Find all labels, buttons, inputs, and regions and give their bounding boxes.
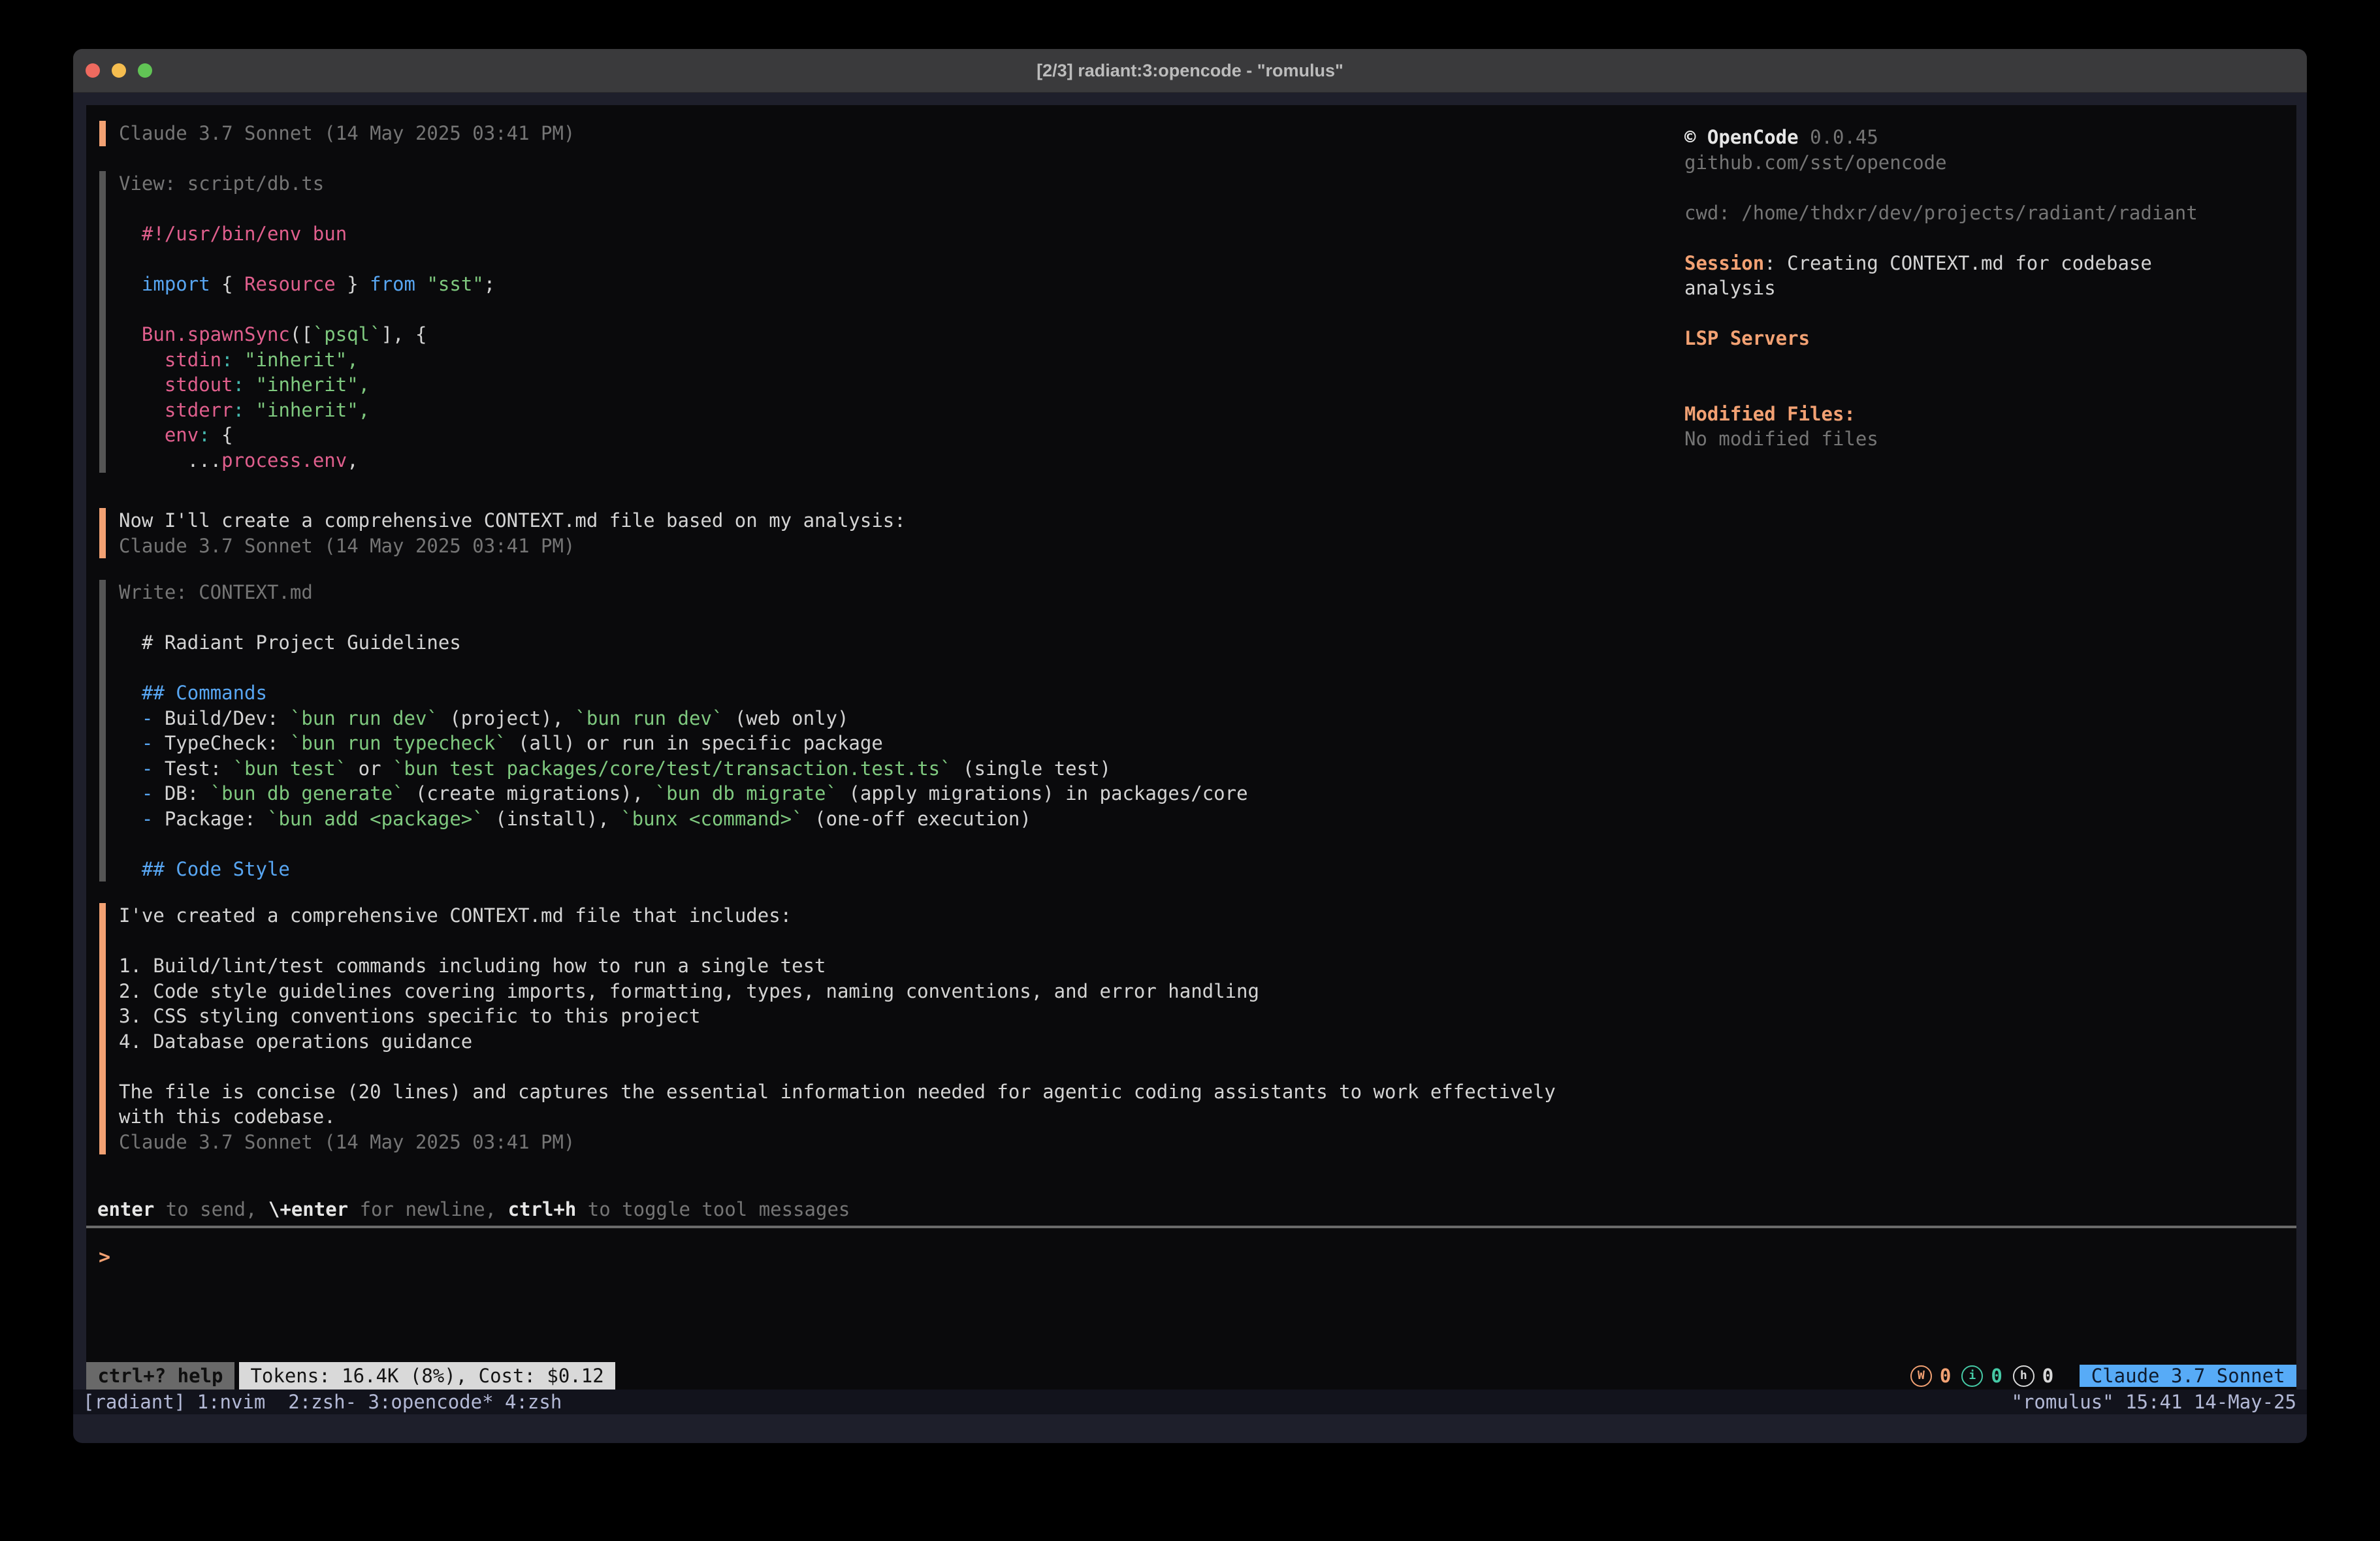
- prompt-input[interactable]: >: [99, 1245, 110, 1271]
- block-accent-bar: [99, 171, 106, 473]
- text-line: [119, 605, 1248, 631]
- warnings-icon: W: [1910, 1365, 1932, 1387]
- text-line: I've created a comprehensive CONTEXT.md …: [119, 903, 1556, 929]
- hints-icon: h: [2013, 1365, 2034, 1387]
- assistant-message-block: Claude 3.7 Sonnet (14 May 2025 03:41 PM): [99, 121, 575, 146]
- text-line: github.com/sst/opencode: [1684, 150, 2198, 176]
- text-line: Bun.spawnSync([`psql`], {: [119, 322, 495, 347]
- text-line: stderr: "inherit",: [119, 398, 495, 423]
- block-accent-bar: [99, 121, 106, 146]
- text-line: [119, 197, 495, 222]
- diagnostic-hints: h0: [2013, 1365, 2053, 1387]
- text-line: [119, 247, 495, 272]
- text-line: 3. CSS styling conventions specific to t…: [119, 1004, 1556, 1029]
- text-line: [1684, 376, 2198, 402]
- prompt-caret: >: [99, 1246, 110, 1269]
- text-line: Now I'll create a comprehensive CONTEXT.…: [119, 508, 906, 533]
- text-line: Write: CONTEXT.md: [119, 580, 1248, 605]
- block-body: Write: CONTEXT.md # Radiant Project Guid…: [119, 580, 1248, 882]
- input-divider: [86, 1226, 2296, 1228]
- text-line: Claude 3.7 Sonnet (14 May 2025 03:41 PM): [119, 533, 906, 559]
- info-icon: i: [1961, 1365, 1983, 1387]
- text-line: env: {: [119, 422, 495, 448]
- block-body: View: script/db.ts #!/usr/bin/env bun im…: [119, 171, 495, 473]
- warnings-count: 0: [1940, 1365, 1951, 1387]
- block-body: I've created a comprehensive CONTEXT.md …: [119, 903, 1556, 1154]
- text-line: stdout: "inherit",: [119, 372, 495, 398]
- terminal-window: [2/3] radiant:3:opencode - "romulus" Cla…: [73, 49, 2307, 1443]
- text-line: - DB: `bun db generate` (create migratio…: [119, 781, 1248, 806]
- assistant-message-block: Now I'll create a comprehensive CONTEXT.…: [99, 508, 906, 558]
- diagnostic-info: i0: [1961, 1365, 2002, 1387]
- block-body: Claude 3.7 Sonnet (14 May 2025 03:41 PM): [119, 121, 575, 146]
- text-line: Claude 3.7 Sonnet (14 May 2025 03:41 PM): [119, 121, 575, 146]
- text-line: [119, 1054, 1556, 1079]
- text-line: enter to send, \+enter for newline, ctrl…: [97, 1197, 850, 1222]
- text-line: - Package: `bun add <package>` (install)…: [119, 806, 1248, 832]
- text-line: with this codebase.: [119, 1104, 1556, 1130]
- tmux-windows[interactable]: [radiant] 1:nvim 2:zsh- 3:opencode* 4:zs…: [73, 1391, 562, 1413]
- block-accent-bar: [99, 508, 106, 558]
- tool-view-block: View: script/db.ts #!/usr/bin/env bun im…: [99, 171, 495, 473]
- diagnostics-counters: W0i0h0: [1910, 1365, 2053, 1387]
- text-line: #!/usr/bin/env bun: [119, 221, 495, 247]
- tmux-statusline: [radiant] 1:nvim 2:zsh- 3:opencode* 4:zs…: [73, 1390, 2307, 1414]
- window-title: [2/3] radiant:3:opencode - "romulus": [73, 49, 2307, 92]
- tokens-cost: Tokens: 16.4K (8%), Cost: $0.12: [239, 1362, 615, 1390]
- text-line: © OpenCode 0.0.45: [1684, 125, 2198, 150]
- info-count: 0: [1991, 1365, 2002, 1387]
- block-accent-bar: [99, 580, 106, 882]
- text-line: [1684, 175, 2198, 200]
- text-line: import { Resource } from "sst";: [119, 272, 495, 297]
- text-line: - TypeCheck: `bun run typecheck` (all) o…: [119, 731, 1248, 756]
- diagnostic-warnings: W0: [1910, 1365, 1951, 1387]
- opencode-app: Claude 3.7 Sonnet (14 May 2025 03:41 PM)…: [86, 105, 2296, 1390]
- block-body: Now I'll create a comprehensive CONTEXT.…: [119, 508, 906, 558]
- titlebar[interactable]: [2/3] radiant:3:opencode - "romulus": [73, 49, 2307, 93]
- assistant-message-block: I've created a comprehensive CONTEXT.md …: [99, 903, 1556, 1154]
- text-line: [119, 297, 495, 323]
- sidebar: © OpenCode 0.0.45github.com/sst/opencode…: [1684, 125, 2198, 452]
- block-accent-bar: [99, 903, 106, 1154]
- text-line: analysis: [1684, 276, 2198, 301]
- text-line: cwd: /home/thdxr/dev/projects/radiant/ra…: [1684, 200, 2198, 226]
- text-line: ## Commands: [119, 680, 1248, 706]
- text-line: [119, 929, 1556, 954]
- text-line: - Test: `bun test` or `bun test packages…: [119, 756, 1248, 782]
- text-line: Claude 3.7 Sonnet (14 May 2025 03:41 PM): [119, 1130, 1556, 1155]
- tool-write-block: Write: CONTEXT.md # Radiant Project Guid…: [99, 580, 1248, 882]
- model-badge[interactable]: Claude 3.7 Sonnet: [2080, 1365, 2296, 1387]
- text-line: [1684, 301, 2198, 326]
- text-line: # Radiant Project Guidelines: [119, 630, 1248, 656]
- text-line: 4. Database operations guidance: [119, 1029, 1556, 1055]
- text-line: Session: Creating CONTEXT.md for codebas…: [1684, 251, 2198, 276]
- help-shortcut[interactable]: ctrl+? help: [86, 1362, 234, 1390]
- text-line: [119, 831, 1248, 857]
- text-line: [119, 656, 1248, 681]
- input-hint: enter to send, \+enter for newline, ctrl…: [97, 1197, 850, 1222]
- text-line: Modified Files:: [1684, 402, 2198, 427]
- tmux-session-time: "romulus" 15:41 14-May-25: [2012, 1391, 2308, 1413]
- text-line: No modified files: [1684, 426, 2198, 452]
- hints-count: 0: [2042, 1365, 2053, 1387]
- desktop-background: [2/3] radiant:3:opencode - "romulus" Cla…: [0, 0, 2380, 1541]
- text-line: stdin: "inherit",: [119, 347, 495, 373]
- text-line: The file is concise (20 lines) and captu…: [119, 1079, 1556, 1105]
- text-line: ...process.env,: [119, 448, 495, 473]
- status-bar: ctrl+? help Tokens: 16.4K (8%), Cost: $0…: [86, 1362, 2296, 1390]
- text-line: 2. Code style guidelines covering import…: [119, 979, 1556, 1004]
- text-line: [1684, 225, 2198, 251]
- text-line: LSP Servers: [1684, 326, 2198, 351]
- text-line: View: script/db.ts: [119, 171, 495, 197]
- text-line: 1. Build/lint/test commands including ho…: [119, 953, 1556, 979]
- text-line: - Build/Dev: `bun run dev` (project), `b…: [119, 706, 1248, 731]
- status-right-group: W0i0h0 Claude 3.7 Sonnet: [1910, 1362, 2296, 1390]
- text-line: [1684, 351, 2198, 377]
- text-line: ## Code Style: [119, 857, 1248, 882]
